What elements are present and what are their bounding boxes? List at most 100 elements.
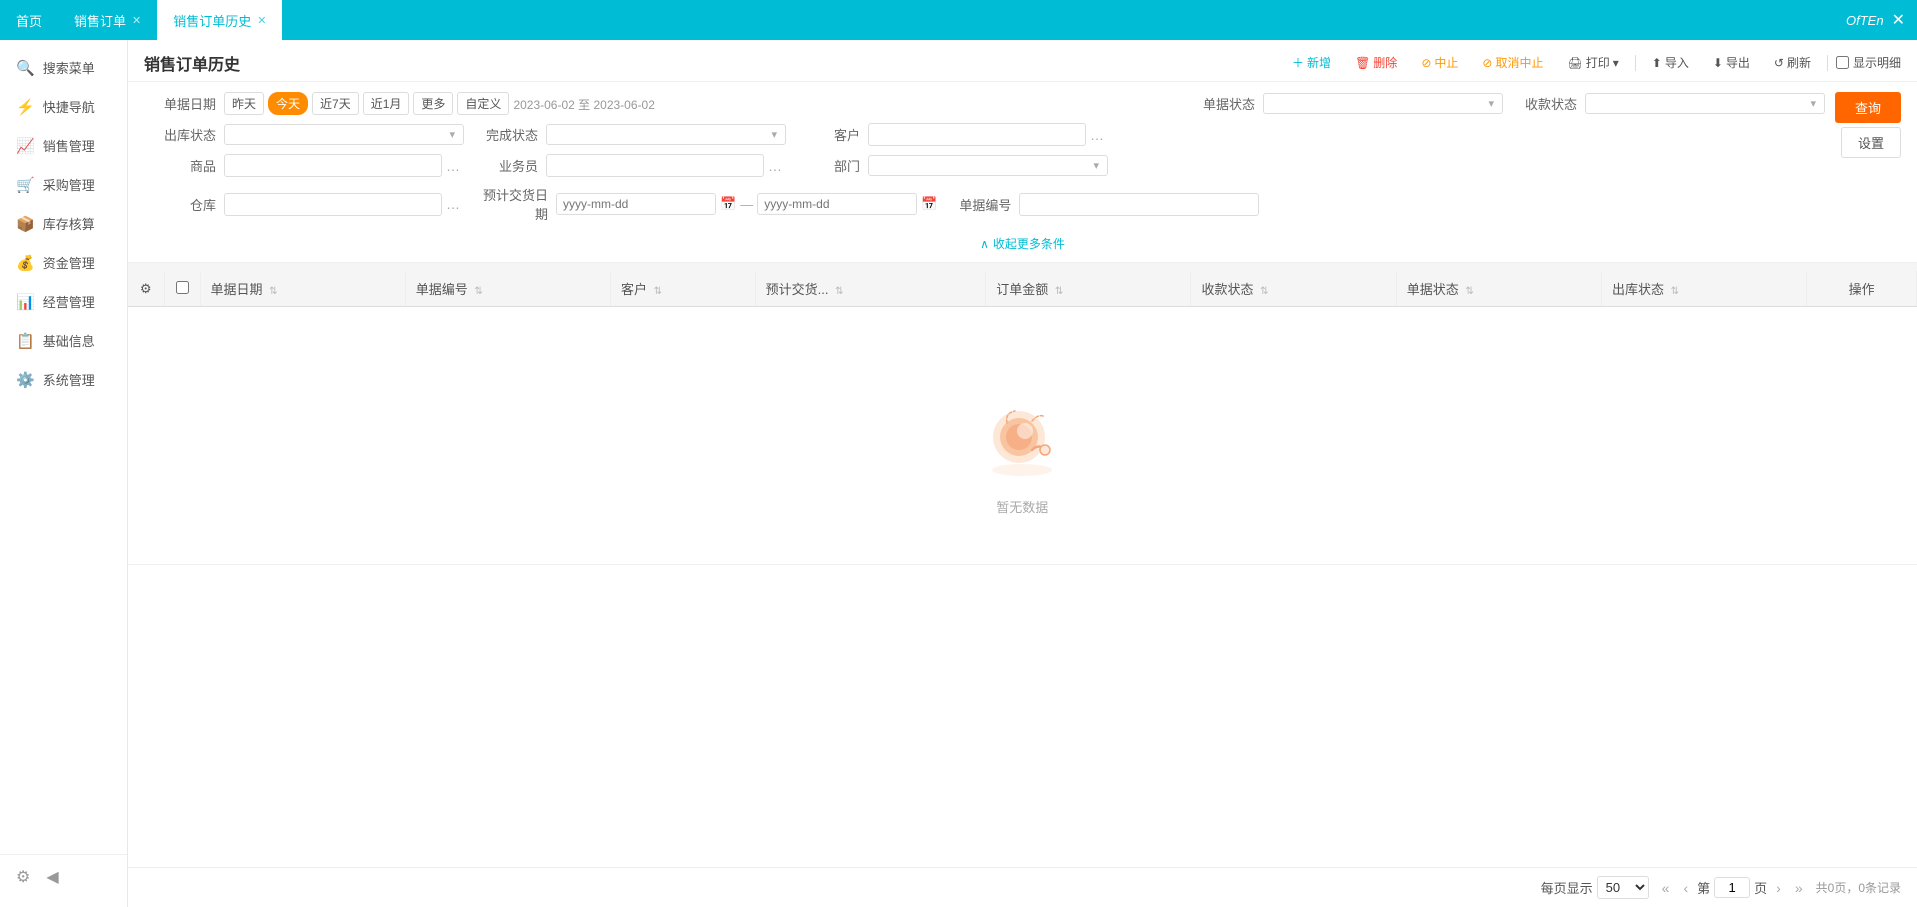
print-arrow-icon: ▾ <box>1613 56 1619 70</box>
page-last-button[interactable]: » <box>1790 878 1808 898</box>
sidebar-item-search-menu[interactable]: 🔍 搜索菜单 <box>0 48 127 87</box>
collapse-row[interactable]: ∧ 收起更多条件 <box>144 235 1901 252</box>
filter-row-3: 商品 … 业务员 … 部门 ▾ <box>144 154 1825 177</box>
sidebar-item-purchase-mgmt[interactable]: 🛒 采购管理 <box>0 165 127 204</box>
th-amount[interactable]: 订单金额 ⇅ <box>986 271 1191 307</box>
th-customer-sort-icon: ⇅ <box>654 286 662 297</box>
tab-home[interactable]: 首页 <box>0 0 58 40</box>
delivery-date-input-group: 📅 — 📅 <box>556 193 937 215</box>
select-all-checkbox[interactable] <box>176 281 189 294</box>
sidebar-item-label-finance-mgmt: 资金管理 <box>43 253 95 272</box>
complete-status-filter-label: 完成状态 <box>476 125 546 144</box>
delete-icon: 🗑 <box>1355 56 1370 70</box>
table-wrap: ⚙ 单据日期 ⇅ 单据编号 ⇅ 客户 ⇅ <box>128 271 1917 867</box>
sidebar-item-finance-mgmt[interactable]: 💰 资金管理 <box>0 243 127 282</box>
often-label: OfTEn <box>1846 13 1884 28</box>
date-btn-today[interactable]: 今天 <box>268 92 308 115</box>
th-settings[interactable]: ⚙ <box>128 271 164 307</box>
order-number-input[interactable] <box>1019 193 1259 216</box>
sidebar-bottom: ⚙ ◀ <box>0 854 127 899</box>
salesperson-input[interactable] <box>546 154 764 177</box>
estimated-delivery-filter-label: 预计交货日期 <box>476 185 556 223</box>
print-button[interactable]: 🖨 打印 ▾ <box>1559 50 1626 75</box>
filter-row-2: 出库状态 ▾ 完成状态 ▾ 客户 … <box>144 123 1825 146</box>
warehouse-input[interactable] <box>224 193 442 216</box>
cancel-stop-button[interactable]: ⊘ 取消中止 <box>1474 50 1551 75</box>
filter-row-1: 单据日期 昨天 今天 近7天 近1月 更多 自定义 2023-06-02 至 2… <box>144 92 1825 115</box>
show-detail-checkbox[interactable] <box>1836 56 1849 69</box>
delivery-date-start[interactable] <box>556 193 716 215</box>
system-mgmt-icon: ⚙️ <box>16 371 35 389</box>
show-detail-checkbox-label[interactable]: 显示明细 <box>1836 54 1901 71</box>
filter-row-4: 仓库 … 预计交货日期 📅 — 📅 单据编 <box>144 185 1825 223</box>
delivery-date-end-cal-icon[interactable]: 📅 <box>921 196 937 212</box>
quick-nav-icon: ⚡ <box>16 98 35 116</box>
page-first-button[interactable]: « <box>1657 878 1675 898</box>
settings-button[interactable]: 设置 <box>1841 127 1901 158</box>
th-customer[interactable]: 客户 ⇅ <box>611 271 756 307</box>
delivery-date-end[interactable] <box>757 193 917 215</box>
sales-order-history-tab-close[interactable]: ✕ <box>257 14 266 27</box>
warehouse-more-icon[interactable]: … <box>442 196 464 212</box>
date-btn-7days[interactable]: 近7天 <box>312 92 359 115</box>
salesperson-filter-label: 业务员 <box>476 156 546 175</box>
sidebar-item-label-system-mgmt: 系统管理 <box>43 370 95 389</box>
date-btn-custom[interactable]: 自定义 <box>457 92 509 115</box>
payment-status-select[interactable]: ▾ <box>1585 93 1825 114</box>
import-button[interactable]: ⬆ 导入 <box>1644 50 1697 75</box>
refresh-label: 刷新 <box>1787 54 1811 71</box>
salesperson-more-icon[interactable]: … <box>764 158 786 174</box>
finance-mgmt-icon: 💰 <box>16 254 35 272</box>
page-title: 销售订单历史 <box>144 51 240 75</box>
th-number-label: 单据编号 <box>416 282 468 297</box>
sidebar-item-basic-info[interactable]: 📋 基础信息 <box>0 321 127 360</box>
sidebar-item-inventory[interactable]: 📦 库存核算 <box>0 204 127 243</box>
sidebar-item-system-mgmt[interactable]: ⚙️ 系统管理 <box>0 360 127 399</box>
customer-input[interactable] <box>868 123 1086 146</box>
goods-filter-label: 商品 <box>144 156 224 175</box>
export-button[interactable]: ⬇ 导出 <box>1705 50 1758 75</box>
th-date[interactable]: 单据日期 ⇅ <box>200 271 405 307</box>
pagination-bar: 每页显示 10 20 50 100 « ‹ 第 页 › » 共0页，0条记录 <box>128 867 1917 907</box>
page-number-input[interactable] <box>1714 877 1750 898</box>
sidebar-settings-icon[interactable]: ⚙ <box>16 867 30 887</box>
delivery-date-start-cal-icon[interactable]: 📅 <box>720 196 736 212</box>
th-delivery[interactable]: 预计交货... ⇅ <box>755 271 986 307</box>
th-number[interactable]: 单据编号 ⇅ <box>405 271 610 307</box>
goods-input[interactable] <box>224 154 442 177</box>
tab-sales-order-history[interactable]: 销售订单历史 ✕ <box>157 0 282 40</box>
page-next-button[interactable]: › <box>1771 878 1786 898</box>
sidebar-item-operations[interactable]: 📊 经营管理 <box>0 282 127 321</box>
date-btn-yesterday[interactable]: 昨天 <box>224 92 264 115</box>
query-button[interactable]: 查询 <box>1835 92 1901 123</box>
tab-sales-order[interactable]: 销售订单 ✕ <box>58 0 157 40</box>
sidebar-item-quick-nav[interactable]: ⚡ 快捷导航 <box>0 87 127 126</box>
th-order-status[interactable]: 单据状态 ⇅ <box>1396 271 1601 307</box>
page-size-dropdown[interactable]: 10 20 50 100 <box>1597 876 1649 899</box>
th-warehouse-out-status[interactable]: 出库状态 ⇅ <box>1601 271 1806 307</box>
delete-button[interactable]: 🗑 删除 <box>1347 50 1405 75</box>
goods-more-icon[interactable]: … <box>442 158 464 174</box>
warehouse-out-select[interactable]: ▾ <box>224 124 464 145</box>
sidebar-collapse-icon[interactable]: ◀ <box>46 867 58 887</box>
stop-button[interactable]: ⊘ 中止 <box>1413 50 1466 75</box>
th-date-label: 单据日期 <box>211 282 263 297</box>
new-button[interactable]: ＋ 新增 <box>1284 50 1339 75</box>
customer-more-icon[interactable]: … <box>1086 127 1108 143</box>
date-btn-more[interactable]: 更多 <box>413 92 453 115</box>
page-prev-button[interactable]: ‹ <box>1678 878 1693 898</box>
date-btn-1month[interactable]: 近1月 <box>363 92 410 115</box>
complete-status-select[interactable]: ▾ <box>546 124 786 145</box>
refresh-button[interactable]: ↺ 刷新 <box>1766 50 1819 75</box>
sidebar-item-sales-mgmt[interactable]: 📈 销售管理 <box>0 126 127 165</box>
empty-state-icon <box>977 395 1067 485</box>
sidebar-item-label-inventory: 库存核算 <box>43 214 95 233</box>
department-filter-label: 部门 <box>798 156 868 175</box>
th-checkbox[interactable] <box>164 271 200 307</box>
topbar-close-icon[interactable]: ✕ <box>1892 10 1905 30</box>
sales-order-tab-close[interactable]: ✕ <box>132 14 141 27</box>
th-payment-status[interactable]: 收款状态 ⇅ <box>1191 271 1396 307</box>
collapse-up-icon: ∧ <box>980 237 989 251</box>
status-select[interactable]: ▾ <box>1263 93 1503 114</box>
department-select[interactable]: ▾ <box>868 155 1108 176</box>
